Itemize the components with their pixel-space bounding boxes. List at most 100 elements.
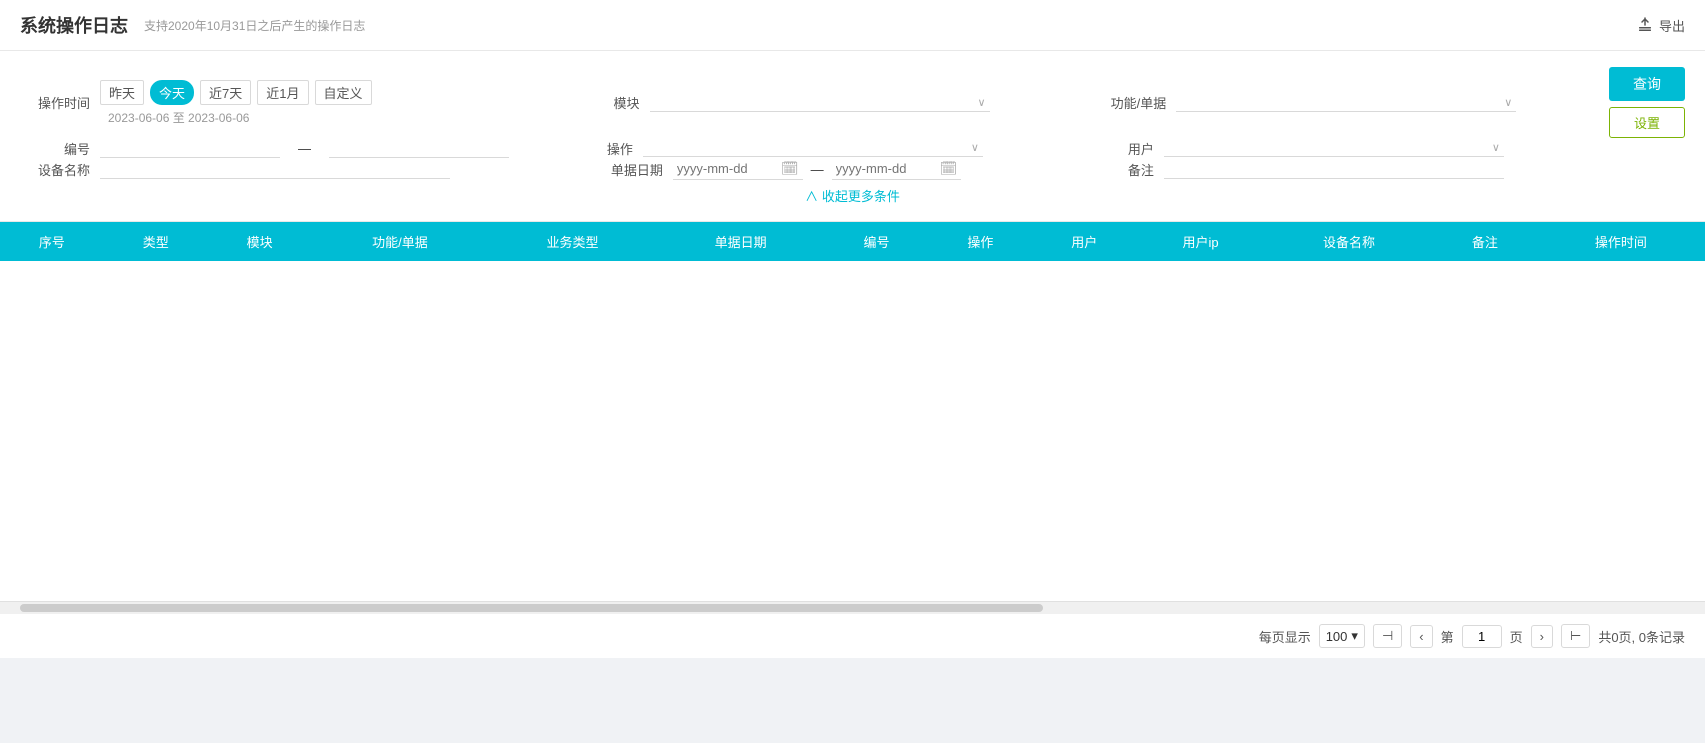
function-caret: ∨ — [1504, 96, 1512, 109]
table-col-header: 编号 — [825, 222, 929, 261]
export-button[interactable]: 导出 — [1637, 16, 1685, 35]
table-col-header: 操作 — [928, 222, 1032, 261]
operation-label: 操作 — [593, 139, 643, 158]
time-options-wrap: 昨天 今天 近7天 近1月 自定义 2023-06-06 至 2023-06-0… — [100, 80, 372, 126]
remark-filter-section: 备注 — [1084, 159, 1575, 179]
time-filter-section: 操作时间 昨天 今天 近7天 近1月 自定义 2023-06-06 至 2023… — [20, 80, 600, 126]
per-page-select[interactable]: 100 ▾ — [1319, 624, 1365, 648]
settings-button[interactable]: 设置 — [1609, 107, 1685, 138]
time-btn-7days[interactable]: 近7天 — [200, 80, 251, 105]
remark-input[interactable] — [1168, 161, 1500, 176]
operation-select[interactable]: ∨ — [643, 139, 983, 157]
table-col-header: 类型 — [104, 222, 208, 261]
table-col-header: 模块 — [208, 222, 312, 261]
scrollbar-area[interactable] — [0, 601, 1705, 613]
module-caret: ∨ — [977, 96, 985, 109]
first-page-btn[interactable]: ⊣ — [1373, 624, 1402, 648]
table-col-header: 用户 — [1032, 222, 1136, 261]
number-range: — — [100, 138, 509, 158]
action-buttons: 查询 设置 — [1609, 67, 1685, 138]
remark-input-wrap — [1164, 159, 1504, 179]
next-page-btn[interactable]: › — [1531, 625, 1553, 648]
collapse-bar[interactable]: ∧ 收起更多条件 — [20, 180, 1685, 211]
time-buttons: 昨天 今天 近7天 近1月 自定义 — [100, 80, 372, 105]
table-col-header: 功能/单据 — [311, 222, 488, 261]
user-label: 用户 — [1084, 139, 1164, 158]
per-page-label: 每页显示 — [1259, 627, 1311, 646]
scrollbar-thumb — [20, 604, 1043, 612]
number-end-wrap — [329, 138, 509, 158]
table-col-header: 序号 — [0, 222, 104, 261]
data-table: 序号类型模块功能/单据业务类型单据日期编号操作用户用户ip设备名称备注操作时间 — [0, 222, 1705, 261]
voucher-date-filter-section: 单据日期 🗓 — 🗓 — [593, 158, 1084, 180]
table-col-header: 设备名称 — [1265, 222, 1433, 261]
device-label: 设备名称 — [20, 160, 100, 179]
time-label: 操作时间 — [20, 93, 100, 112]
module-label: 模块 — [600, 93, 650, 112]
function-label: 功能/单据 — [1096, 93, 1176, 112]
table-col-header: 备注 — [1433, 222, 1537, 261]
page-subtitle: 支持2020年10月31日之后产生的操作日志 — [144, 17, 365, 34]
last-page-btn[interactable]: ⊢ — [1561, 624, 1590, 648]
table-col-header: 单据日期 — [657, 222, 825, 261]
export-label: 导出 — [1659, 16, 1685, 35]
table-header: 序号类型模块功能/单据业务类型单据日期编号操作用户用户ip设备名称备注操作时间 — [0, 222, 1705, 261]
page-unit: 页 — [1510, 627, 1523, 646]
device-input-wrap — [100, 159, 450, 179]
number-label: 编号 — [20, 139, 100, 158]
table-col-header: 操作时间 — [1537, 222, 1705, 261]
date-start-input[interactable] — [677, 161, 777, 176]
time-btn-yesterday[interactable]: 昨天 — [100, 80, 144, 105]
number-separator: — — [286, 141, 323, 156]
table-col-header: 业务类型 — [488, 222, 656, 261]
user-filter-section: 用户 ∨ — [1084, 139, 1575, 158]
page-title: 系统操作日志 — [20, 12, 128, 38]
per-page-value: 100 — [1326, 629, 1348, 644]
module-select[interactable]: ∨ — [650, 94, 990, 112]
number-start-wrap — [100, 138, 280, 158]
page-number-input[interactable] — [1462, 625, 1502, 648]
operation-caret: ∨ — [971, 141, 979, 154]
page-header: 系统操作日志 支持2020年10月31日之后产生的操作日志 导出 — [0, 0, 1705, 51]
number-filter-section: 编号 — — [20, 138, 593, 158]
filter-row-1: 操作时间 昨天 今天 近7天 近1月 自定义 2023-06-06 至 2023… — [20, 67, 1685, 138]
total-info: 共0页, 0条记录 — [1598, 627, 1685, 646]
per-page-caret: ▾ — [1351, 628, 1358, 644]
user-caret: ∨ — [1492, 141, 1500, 154]
filter-row-3: 设备名称 单据日期 🗓 — 🗓 备注 — [20, 158, 1685, 180]
filter-row-2: 编号 — 操作 ∨ 用户 ∨ — [20, 138, 1685, 158]
device-filter-section: 设备名称 — [20, 159, 593, 179]
query-button[interactable]: 查询 — [1609, 67, 1685, 101]
user-select[interactable]: ∨ — [1164, 139, 1504, 157]
prev-page-btn[interactable]: ‹ — [1410, 625, 1432, 648]
calendar-start-icon[interactable]: 🗓 — [781, 160, 799, 177]
operation-filter-section: 操作 ∨ — [593, 139, 1084, 158]
number-end-input[interactable] — [333, 140, 505, 155]
voucher-date-range: 🗓 — 🗓 — [673, 158, 962, 180]
collapse-icon: ∧ — [805, 189, 818, 204]
pagination-bar: 每页显示 100 ▾ ⊣ ‹ 第 页 › ⊢ 共0页, 0条记录 — [0, 613, 1705, 658]
function-select[interactable]: ∨ — [1176, 94, 1516, 112]
time-range-text: 2023-06-06 至 2023-06-06 — [108, 109, 372, 126]
filter-area: 操作时间 昨天 今天 近7天 近1月 自定义 2023-06-06 至 2023… — [0, 51, 1705, 222]
remark-label: 备注 — [1084, 160, 1164, 179]
page-label: 第 — [1441, 627, 1454, 646]
device-input[interactable] — [104, 161, 446, 176]
calendar-end-icon[interactable]: 🗓 — [940, 160, 958, 177]
date-end-input[interactable] — [836, 161, 936, 176]
voucher-date-label: 单据日期 — [593, 160, 673, 179]
table-container: 序号类型模块功能/单据业务类型单据日期编号操作用户用户ip设备名称备注操作时间 — [0, 222, 1705, 601]
number-start-input[interactable] — [104, 140, 276, 155]
time-btn-custom[interactable]: 自定义 — [315, 80, 372, 105]
export-icon — [1637, 17, 1653, 33]
date-start-wrap: 🗓 — [673, 158, 803, 180]
collapse-label: 收起更多条件 — [822, 189, 900, 204]
time-btn-1month[interactable]: 近1月 — [257, 80, 308, 105]
time-btn-today[interactable]: 今天 — [150, 80, 194, 105]
table-col-header: 用户ip — [1136, 222, 1265, 261]
date-separator: — — [807, 162, 828, 177]
function-filter-section: 功能/单据 ∨ — [1096, 93, 1593, 112]
module-filter-section: 模块 ∨ — [600, 93, 1097, 112]
table-header-row: 序号类型模块功能/单据业务类型单据日期编号操作用户用户ip设备名称备注操作时间 — [0, 222, 1705, 261]
date-end-wrap: 🗓 — [832, 158, 962, 180]
